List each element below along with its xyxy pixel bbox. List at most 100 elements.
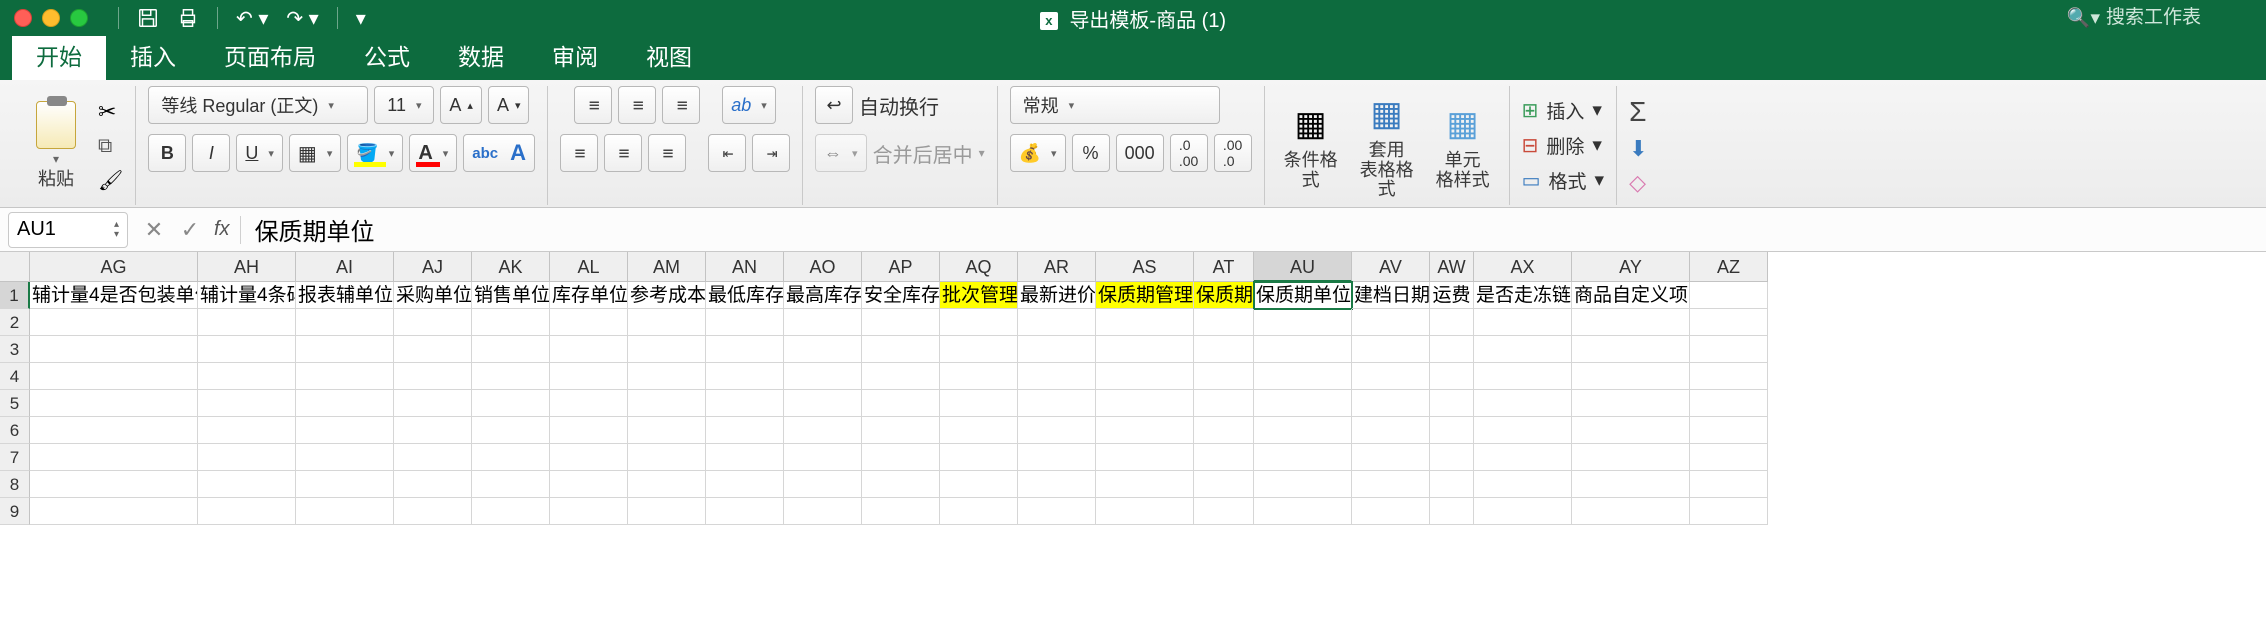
cell-AI8[interactable] [296,471,394,498]
cell-AS6[interactable] [1096,417,1194,444]
search-input[interactable] [2106,7,2246,29]
cell-AP4[interactable] [862,363,940,390]
cell-AW8[interactable] [1430,471,1474,498]
cell-AT2[interactable] [1194,309,1254,336]
cell-AQ2[interactable] [940,309,1018,336]
cell-AO2[interactable] [784,309,862,336]
cell-AV9[interactable] [1352,498,1430,525]
cell-AS3[interactable] [1096,336,1194,363]
column-header-AQ[interactable]: AQ [940,252,1018,282]
cell-AK9[interactable] [472,498,550,525]
cell-AW9[interactable] [1430,498,1474,525]
decrease-indent-button[interactable]: ⇤ [708,134,746,172]
cell-AS5[interactable] [1096,390,1194,417]
cell-AM1[interactable]: 参考成本 [628,282,706,309]
column-header-AY[interactable]: AY [1572,252,1690,282]
cell-AJ8[interactable] [394,471,472,498]
cell-AN1[interactable]: 最低库存 [706,282,784,309]
fill-color-button[interactable]: 🪣 [347,134,403,172]
cell-AV5[interactable] [1352,390,1430,417]
column-header-AX[interactable]: AX [1474,252,1572,282]
row-header-2[interactable]: 2 [0,309,30,336]
number-format-select[interactable]: 常规 [1010,86,1220,124]
cell-AG1[interactable]: 辅计量4是否包装单位 [30,282,198,309]
column-header-AS[interactable]: AS [1096,252,1194,282]
cell-AG8[interactable] [30,471,198,498]
cell-AK8[interactable] [472,471,550,498]
clear-button[interactable]: ◇ [1629,170,1647,196]
cell-AP9[interactable] [862,498,940,525]
column-header-AK[interactable]: AK [472,252,550,282]
align-center-button[interactable]: ≡ [604,134,642,172]
cell-AH2[interactable] [198,309,296,336]
cell-AI1[interactable]: 报表辅单位 [296,282,394,309]
cell-AL9[interactable] [550,498,628,525]
cell-AQ8[interactable] [940,471,1018,498]
cell-AO3[interactable] [784,336,862,363]
delete-cells-button[interactable]: ⊟删除 ▾ [1522,132,1604,159]
fx-icon[interactable]: fx [208,218,236,241]
row-header-1[interactable]: 1 [0,282,30,309]
cell-AQ9[interactable] [940,498,1018,525]
column-header-AJ[interactable]: AJ [394,252,472,282]
cell-AZ8[interactable] [1690,471,1768,498]
increase-font-button[interactable]: A▴ [440,86,482,124]
cell-AW1[interactable]: 运费 [1430,282,1474,309]
format-cells-button[interactable]: ▭格式 ▾ [1522,167,1604,194]
cell-AI9[interactable] [296,498,394,525]
cell-AO7[interactable] [784,444,862,471]
cell-AX4[interactable] [1474,363,1572,390]
redo-button[interactable]: ↷ ▾ [286,6,318,31]
cell-AY7[interactable] [1572,444,1690,471]
cell-AU7[interactable] [1254,444,1352,471]
name-box[interactable]: AU1 ▴▾ [8,212,128,248]
cell-AG3[interactable] [30,336,198,363]
cell-AU1[interactable]: 保质期单位 [1254,282,1352,309]
print-icon[interactable] [177,7,199,29]
font-color-button[interactable]: A [409,134,457,172]
cell-AO1[interactable]: 最高库存 [784,282,862,309]
cancel-formula-button[interactable]: ✕ [136,217,172,243]
cell-AT8[interactable] [1194,471,1254,498]
align-bottom-button[interactable]: ≡ [662,86,700,124]
cell-AJ2[interactable] [394,309,472,336]
cell-AR8[interactable] [1018,471,1096,498]
cell-AT7[interactable] [1194,444,1254,471]
cell-AR6[interactable] [1018,417,1096,444]
cell-AP5[interactable] [862,390,940,417]
autosum-button[interactable]: Σ [1629,96,1647,128]
cell-AJ1[interactable]: 采购单位 [394,282,472,309]
cell-AM7[interactable] [628,444,706,471]
spreadsheet-grid[interactable]: 123456789 AGAHAIAJAKALAMANAOAPAQARASATAU… [0,252,2266,618]
cell-AI3[interactable] [296,336,394,363]
cell-AY1[interactable]: 商品自定义项 [1572,282,1690,309]
save-icon[interactable] [137,7,159,29]
cell-AX2[interactable] [1474,309,1572,336]
close-window-button[interactable] [14,9,32,27]
cell-AH7[interactable] [198,444,296,471]
cell-AH3[interactable] [198,336,296,363]
percent-button[interactable]: % [1072,134,1110,172]
cell-AJ4[interactable] [394,363,472,390]
cell-AV1[interactable]: 建档日期 [1352,282,1430,309]
orientation-button[interactable]: ab [722,86,776,124]
conditional-format-button[interactable]: ▦ 条件格式 [1277,101,1345,191]
cell-AL4[interactable] [550,363,628,390]
undo-button[interactable]: ↶ ▾ [236,6,268,31]
underline-button[interactable]: U [236,134,283,172]
cell-AU3[interactable] [1254,336,1352,363]
column-header-AI[interactable]: AI [296,252,394,282]
cell-AQ1[interactable]: 批次管理 [940,282,1018,309]
cell-AL3[interactable] [550,336,628,363]
increase-indent-button[interactable]: ⇥ [752,134,790,172]
cell-AS2[interactable] [1096,309,1194,336]
cell-AH5[interactable] [198,390,296,417]
cell-AV6[interactable] [1352,417,1430,444]
cell-AK5[interactable] [472,390,550,417]
cell-AU6[interactable] [1254,417,1352,444]
cell-AS8[interactable] [1096,471,1194,498]
copy-button[interactable] [98,135,123,158]
cell-AM5[interactable] [628,390,706,417]
cell-AX9[interactable] [1474,498,1572,525]
cell-AY2[interactable] [1572,309,1690,336]
